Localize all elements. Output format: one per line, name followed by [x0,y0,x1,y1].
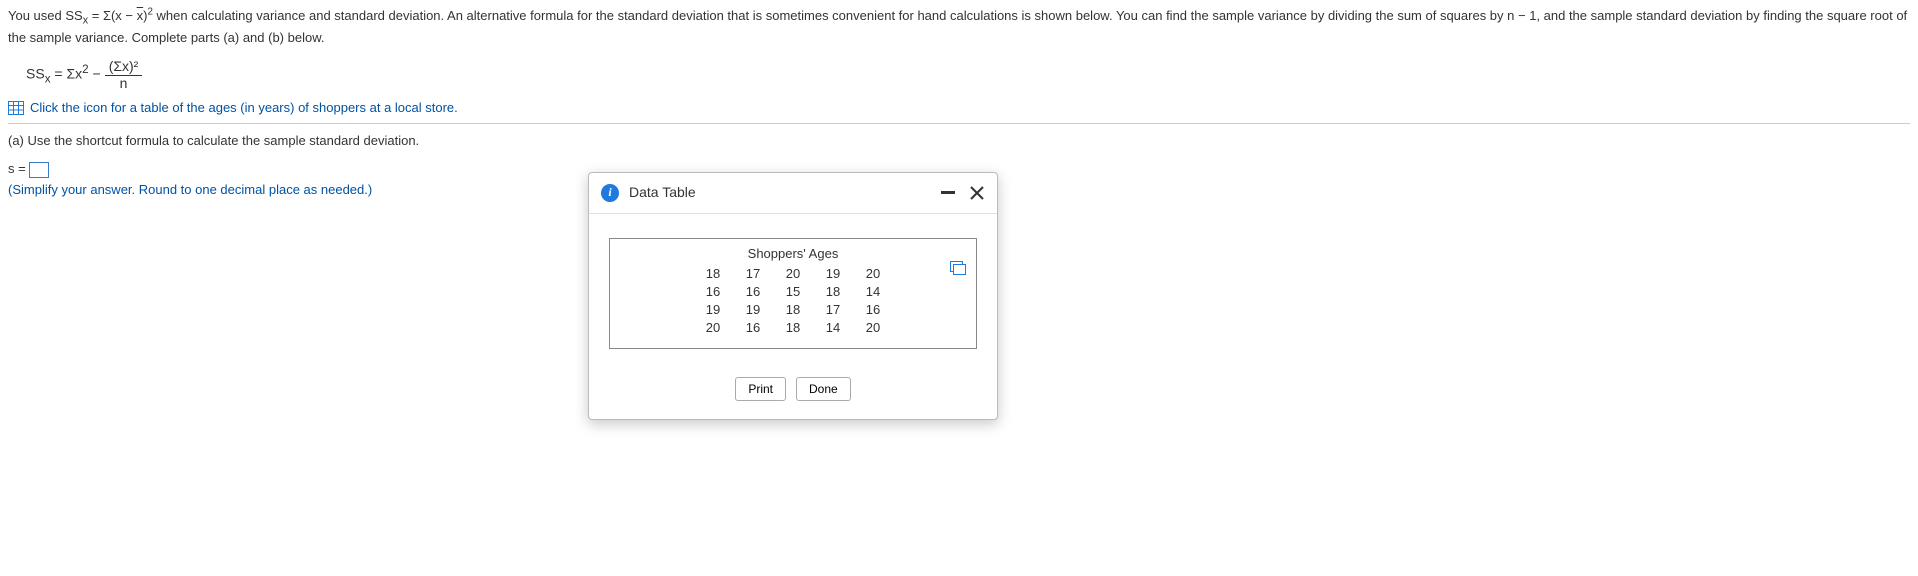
minimize-icon[interactable] [941,191,955,194]
data-table-title: Shoppers' Ages [638,245,948,263]
data-cell: 14 [853,283,893,301]
modal-title: Data Table [629,183,931,203]
table-icon [8,101,24,115]
data-cell: 18 [773,301,813,319]
data-cell: 16 [693,283,733,301]
problem-intro: You used SSx = Σ(x − x)2 when calculatin… [8,6,1910,47]
part-a-prompt: (a) Use the shortcut formula to calculat… [8,132,1910,150]
shortcut-formula: SSx = Σx2 − (Σx)² n [26,59,1910,91]
formula-numerator: (Σx)² [105,59,143,75]
data-cell: 17 [813,301,853,319]
data-cell: 16 [733,283,773,301]
done-button[interactable]: Done [796,377,851,401]
data-cell: 19 [733,301,773,319]
data-cell: 18 [773,319,813,337]
data-cell: 20 [853,319,893,337]
data-grid: 1817201920161615181419191817162016181420 [693,265,893,338]
data-table-modal: i Data Table Shoppers' Ages 181720192016… [588,172,998,420]
data-cell: 20 [693,319,733,337]
data-cell: 18 [693,265,733,283]
data-cell: 20 [773,265,813,283]
answer-input[interactable] [29,162,49,178]
s-label: s = [8,160,26,178]
data-cell: 15 [773,283,813,301]
data-table-link-text: Click the icon for a table of the ages (… [30,99,458,117]
data-cell: 19 [813,265,853,283]
data-cell: 20 [853,265,893,283]
data-frame: Shoppers' Ages 1817201920161615181419191… [609,238,977,349]
data-cell: 14 [813,319,853,337]
data-cell: 16 [733,319,773,337]
data-cell: 17 [733,265,773,283]
formula-denominator: n [116,76,132,91]
data-cell: 19 [693,301,733,319]
close-icon[interactable] [969,185,985,201]
data-table-link[interactable]: Click the icon for a table of the ages (… [8,99,1910,117]
print-button[interactable]: Print [735,377,786,401]
data-cell: 18 [813,283,853,301]
section-divider [8,123,1910,124]
copy-data-icon[interactable] [950,261,966,275]
info-icon: i [601,184,619,202]
data-cell: 16 [853,301,893,319]
